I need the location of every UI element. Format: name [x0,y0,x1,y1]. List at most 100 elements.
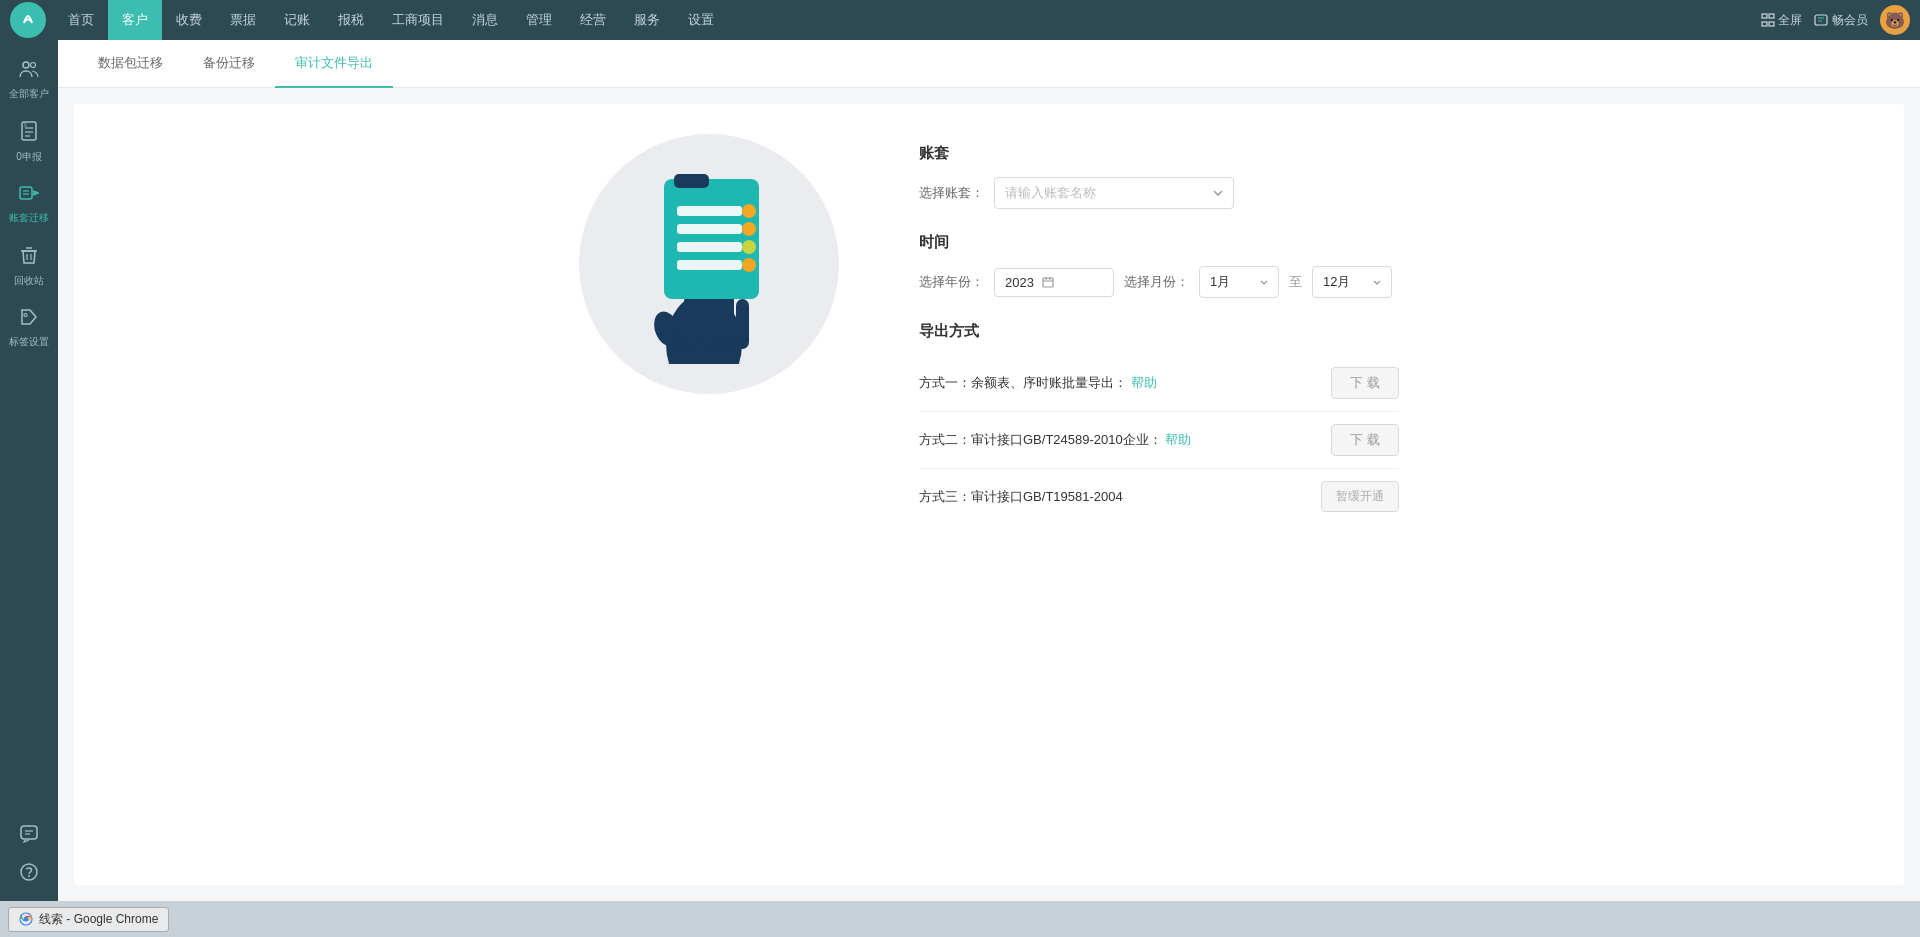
main-layout: 全部客户 0 0申报 [0,40,1920,901]
month-label: 选择月份： [1124,273,1189,291]
svg-rect-35 [677,206,742,216]
method-1-help[interactable]: 帮助 [1131,375,1157,390]
method-1-download[interactable]: 下 载 [1331,367,1399,399]
sidebar-item-zero-declaration[interactable]: 0 0申报 [0,111,58,174]
export-method-1: 方式一：余额表、序时账批量导出： 帮助 下 载 [919,355,1399,412]
svg-point-48 [24,917,29,922]
export-method-3: 方式三：审计接口GB/T19581-2004 暂缓开通 [919,469,1399,524]
fullscreen-btn[interactable]: 全屏 [1761,12,1802,29]
migration-icon [19,184,39,207]
recycle-icon [20,245,38,270]
user-avatar[interactable]: 🐻 [1880,5,1910,35]
nav-tax[interactable]: 报税 [324,0,378,40]
year-value: 2023 [1005,275,1034,290]
time-section: 时间 选择年份： 2023 选择月份： [919,233,1399,298]
sidebar-item-account-migration[interactable]: 账套迁移 [0,174,58,235]
svg-rect-29 [684,294,698,349]
svg-point-8 [23,62,29,68]
tabs-bar: 数据包迁移 备份迁移 审计文件导出 [58,40,1920,88]
member-btn[interactable]: 畅会员 [1814,12,1868,29]
tab-data-migration[interactable]: 数据包迁移 [78,40,183,88]
svg-rect-15 [20,187,32,199]
nav-message[interactable]: 消息 [458,0,512,40]
nav-home[interactable]: 首页 [54,0,108,40]
month-end-select[interactable]: 12月 [1312,266,1392,298]
svg-point-26 [28,875,30,877]
sidebar-chat[interactable] [0,815,58,853]
tab-backup-migration[interactable]: 备份迁移 [183,40,275,88]
nav-menu: 首页 客户 收费 票据 记账 报税 工商项目 消息 管理 经营 服务 设置 [54,0,1761,40]
svg-rect-43 [1043,278,1053,287]
accounts-label: 选择账套： [919,184,984,202]
method-1-text: 方式一：余额表、序时账批量导出： 帮助 [919,374,1157,392]
time-row: 选择年份： 2023 选择月份： 1月 [919,266,1399,298]
accounts-select[interactable]: 请输入账套名称 [994,177,1234,209]
svg-point-39 [742,204,756,218]
sidebar-help[interactable] [0,853,58,891]
nav-manage[interactable]: 管理 [512,0,566,40]
chevron-month-start-icon [1260,280,1268,285]
svg-point-21 [24,314,27,317]
method-2-text: 方式二：审计接口GB/T24589-2010企业： 帮助 [919,431,1191,449]
svg-rect-36 [677,224,742,234]
content-area: 数据包迁移 备份迁移 审计文件导出 [58,40,1920,901]
taskbar-chrome[interactable]: 线索 - Google Chrome [8,907,169,932]
sidebar-item-all-customers[interactable]: 全部客户 [0,50,58,111]
svg-point-42 [742,258,756,272]
svg-rect-34 [674,174,709,188]
nav-account[interactable]: 记账 [270,0,324,40]
month-start-value: 1月 [1210,273,1230,291]
tab-audit-export[interactable]: 审计文件导出 [275,40,393,88]
nav-customer[interactable]: 客户 [108,0,162,40]
svg-rect-1 [1762,14,1767,18]
nav-fee[interactable]: 收费 [162,0,216,40]
chevron-month-end-icon [1373,280,1381,285]
method-2-download[interactable]: 下 载 [1331,424,1399,456]
nav-invoice[interactable]: 票据 [216,0,270,40]
month-separator: 至 [1289,273,1302,291]
app-logo [10,2,46,38]
nav-biz[interactable]: 工商项目 [378,0,458,40]
accounts-section: 账套 选择账套： 请输入账套名称 [919,144,1399,209]
svg-rect-22 [21,826,37,839]
form-area: 账套 选择账套： 请输入账套名称 时间 [919,134,1399,548]
calendar-icon [1042,276,1054,288]
svg-point-40 [742,222,756,236]
time-section-title: 时间 [919,233,1399,252]
export-method-2: 方式二：审计接口GB/T24589-2010企业： 帮助 下 载 [919,412,1399,469]
method-3-coming-soon: 暂缓开通 [1321,481,1399,512]
svg-point-9 [31,63,36,68]
svg-rect-5 [1815,15,1827,25]
nav-operation[interactable]: 经营 [566,0,620,40]
month-end-value: 12月 [1323,273,1350,291]
svg-rect-2 [1769,14,1774,18]
nav-settings[interactable]: 设置 [674,0,728,40]
sidebar-item-recycle[interactable]: 回收站 [0,235,58,298]
svg-rect-37 [677,242,742,252]
sidebar-item-label-settings[interactable]: 标签设置 [0,298,58,359]
year-input[interactable]: 2023 [994,268,1114,297]
chevron-down-icon [1213,190,1223,196]
nav-service[interactable]: 服务 [620,0,674,40]
svg-rect-4 [1769,22,1774,26]
export-section: 导出方式 方式一：余额表、序时账批量导出： 帮助 下 载 方式二：审计接口GB/… [919,322,1399,524]
nav-right: 全屏 畅会员 🐻 [1761,5,1910,35]
svg-rect-38 [677,260,742,270]
accounts-row: 选择账套： 请输入账套名称 [919,177,1399,209]
svg-rect-3 [1762,22,1767,26]
accounts-section-title: 账套 [919,144,1399,163]
month-start-select[interactable]: 1月 [1199,266,1279,298]
sidebar-bottom [0,815,58,901]
svg-rect-31 [720,292,734,349]
svg-point-41 [742,240,756,254]
svg-rect-33 [664,179,759,299]
label-icon [20,308,38,331]
svg-rect-32 [736,299,749,349]
svg-text:0: 0 [24,122,27,128]
year-label: 选择年份： [919,273,984,291]
illustration [579,134,839,394]
method-2-help[interactable]: 帮助 [1165,432,1191,447]
taskbar: 线索 - Google Chrome [0,901,1920,937]
accounts-placeholder: 请输入账套名称 [1005,184,1096,202]
svg-point-25 [21,864,37,880]
